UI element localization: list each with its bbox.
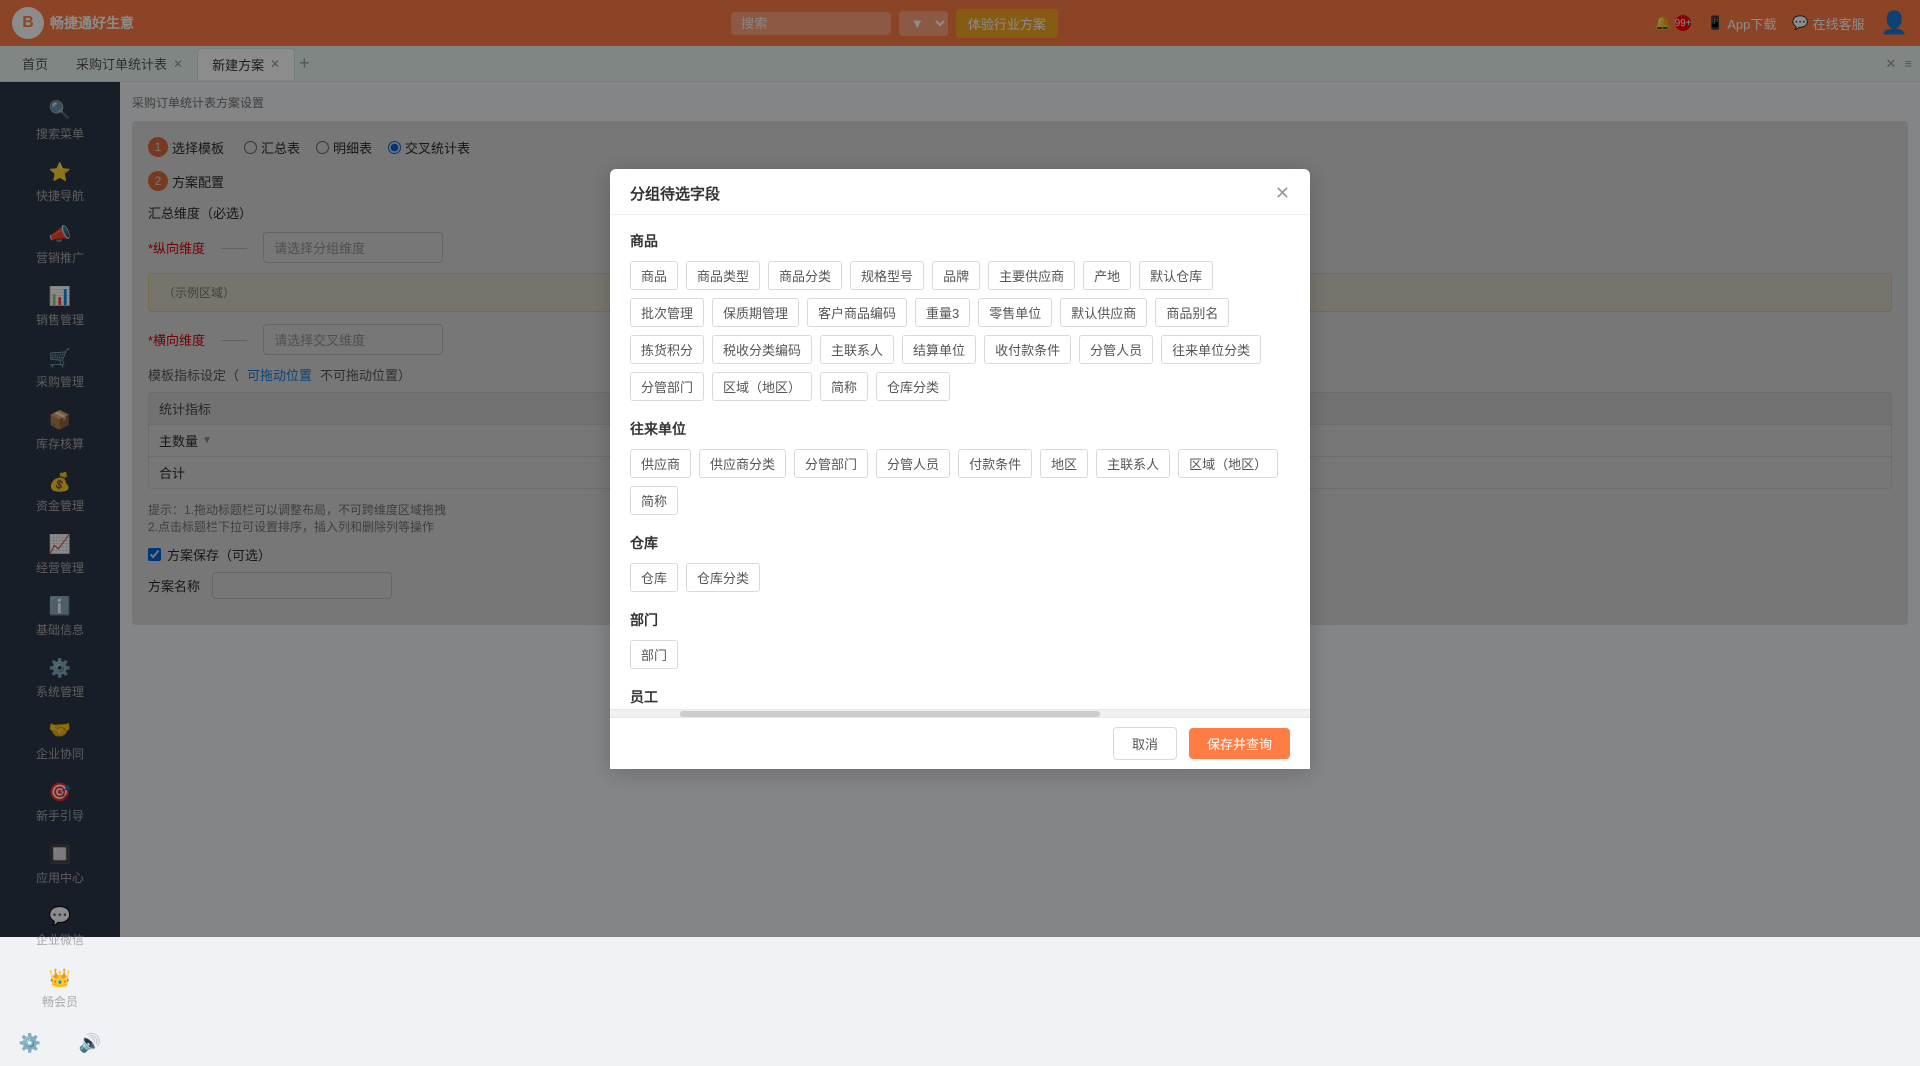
- section-partner: 往来单位 供应商 供应商分类 分管部门 分管人员 付款条件 地区 主联系人 区域…: [630, 419, 1290, 515]
- settings-bottom-icon[interactable]: ⚙️: [19, 1033, 41, 1054]
- field-origin[interactable]: 产地: [1083, 261, 1131, 290]
- modal-overlay: 分组待选字段 ✕ 商品 商品 商品类型 商品分类 规格型号 品牌 主要供应商 产…: [0, 0, 1920, 937]
- section-employee: 员工 业务员: [630, 687, 1290, 709]
- field-payment-terms[interactable]: 收付款条件: [984, 335, 1071, 364]
- dialog-header: 分组待选字段 ✕: [610, 169, 1310, 215]
- field-payment-condition[interactable]: 付款条件: [958, 449, 1032, 478]
- field-product-category[interactable]: 商品分类: [768, 261, 842, 290]
- field-customer-code[interactable]: 客户商品编码: [807, 298, 907, 327]
- field-product-type[interactable]: 商品类型: [686, 261, 760, 290]
- section-department: 部门 部门: [630, 610, 1290, 669]
- field-partner-supervisor[interactable]: 分管人员: [876, 449, 950, 478]
- field-partner-dept[interactable]: 分管部门: [794, 449, 868, 478]
- dialog-title: 分组待选字段: [630, 183, 720, 204]
- section-partner-title: 往来单位: [630, 419, 1290, 439]
- field-partner-short[interactable]: 简称: [630, 486, 678, 515]
- section-product: 商品 商品 商品类型 商品分类 规格型号 品牌 主要供应商 产地 默认仓库 批次…: [630, 231, 1290, 401]
- section-department-title: 部门: [630, 610, 1290, 630]
- section-warehouse-title: 仓库: [630, 533, 1290, 553]
- field-pick-score[interactable]: 拣货积分: [630, 335, 704, 364]
- dialog-footer: 取消 保存并查询: [610, 717, 1310, 769]
- field-brand[interactable]: 品牌: [932, 261, 980, 290]
- dialog-hscroll-thumb: [680, 711, 1100, 717]
- field-settle-unit[interactable]: 结算单位: [902, 335, 976, 364]
- sidebar-item-member-label: 畅会员: [42, 993, 78, 1010]
- sidebar-item-member[interactable]: 👑 畅会员: [0, 958, 120, 1020]
- section-product-fields: 商品 商品类型 商品分类 规格型号 品牌 主要供应商 产地 默认仓库 批次管理 …: [630, 261, 1290, 401]
- field-warehouse-category[interactable]: 仓库分类: [876, 372, 950, 401]
- field-department[interactable]: 部门: [630, 640, 678, 669]
- section-warehouse: 仓库 仓库 仓库分类: [630, 533, 1290, 592]
- section-partner-fields: 供应商 供应商分类 分管部门 分管人员 付款条件 地区 主联系人 区域（地区） …: [630, 449, 1290, 515]
- field-dept[interactable]: 分管部门: [630, 372, 704, 401]
- dialog-body[interactable]: 商品 商品 商品类型 商品分类 规格型号 品牌 主要供应商 产地 默认仓库 批次…: [610, 215, 1310, 709]
- field-partner-region[interactable]: 区域（地区）: [1178, 449, 1278, 478]
- dialog: 分组待选字段 ✕ 商品 商品 商品类型 商品分类 规格型号 品牌 主要供应商 产…: [610, 169, 1310, 769]
- crown-icon: 👑: [49, 968, 71, 989]
- audio-bottom-icon[interactable]: 🔊: [79, 1033, 101, 1054]
- field-spec-model[interactable]: 规格型号: [850, 261, 924, 290]
- confirm-button[interactable]: 保存并查询: [1189, 728, 1290, 759]
- field-tax-code[interactable]: 税收分类编码: [712, 335, 812, 364]
- field-supplier[interactable]: 供应商: [630, 449, 691, 478]
- section-product-title: 商品: [630, 231, 1290, 251]
- field-warehouse[interactable]: 仓库: [630, 563, 678, 592]
- field-main-contact[interactable]: 主联系人: [820, 335, 894, 364]
- dialog-hscroll[interactable]: [610, 709, 1310, 717]
- field-partner-category[interactable]: 往来单位分类: [1161, 335, 1261, 364]
- field-weight[interactable]: 重量3: [915, 298, 970, 327]
- field-main-supplier[interactable]: 主要供应商: [988, 261, 1075, 290]
- field-expiry-mgmt[interactable]: 保质期管理: [712, 298, 799, 327]
- field-retail-unit[interactable]: 零售单位: [978, 298, 1052, 327]
- field-default-warehouse[interactable]: 默认仓库: [1139, 261, 1213, 290]
- field-supplier-category[interactable]: 供应商分类: [699, 449, 786, 478]
- field-batch-mgmt[interactable]: 批次管理: [630, 298, 704, 327]
- field-supervisor[interactable]: 分管人员: [1079, 335, 1153, 364]
- field-warehouse-cat[interactable]: 仓库分类: [686, 563, 760, 592]
- section-employee-title: 员工: [630, 687, 1290, 707]
- field-product-alias[interactable]: 商品别名: [1155, 298, 1229, 327]
- section-department-fields: 部门: [630, 640, 1290, 669]
- field-area[interactable]: 地区: [1040, 449, 1088, 478]
- field-partner-contact[interactable]: 主联系人: [1096, 449, 1170, 478]
- section-warehouse-fields: 仓库 仓库分类: [630, 563, 1290, 592]
- field-default-supplier[interactable]: 默认供应商: [1060, 298, 1147, 327]
- field-product[interactable]: 商品: [630, 261, 678, 290]
- dialog-close-btn[interactable]: ✕: [1275, 184, 1290, 202]
- cancel-button[interactable]: 取消: [1113, 727, 1177, 760]
- field-region[interactable]: 区域（地区）: [712, 372, 812, 401]
- sidebar-bottom: ⚙️ 🔊: [0, 1020, 120, 1066]
- field-short-name[interactable]: 简称: [820, 372, 868, 401]
